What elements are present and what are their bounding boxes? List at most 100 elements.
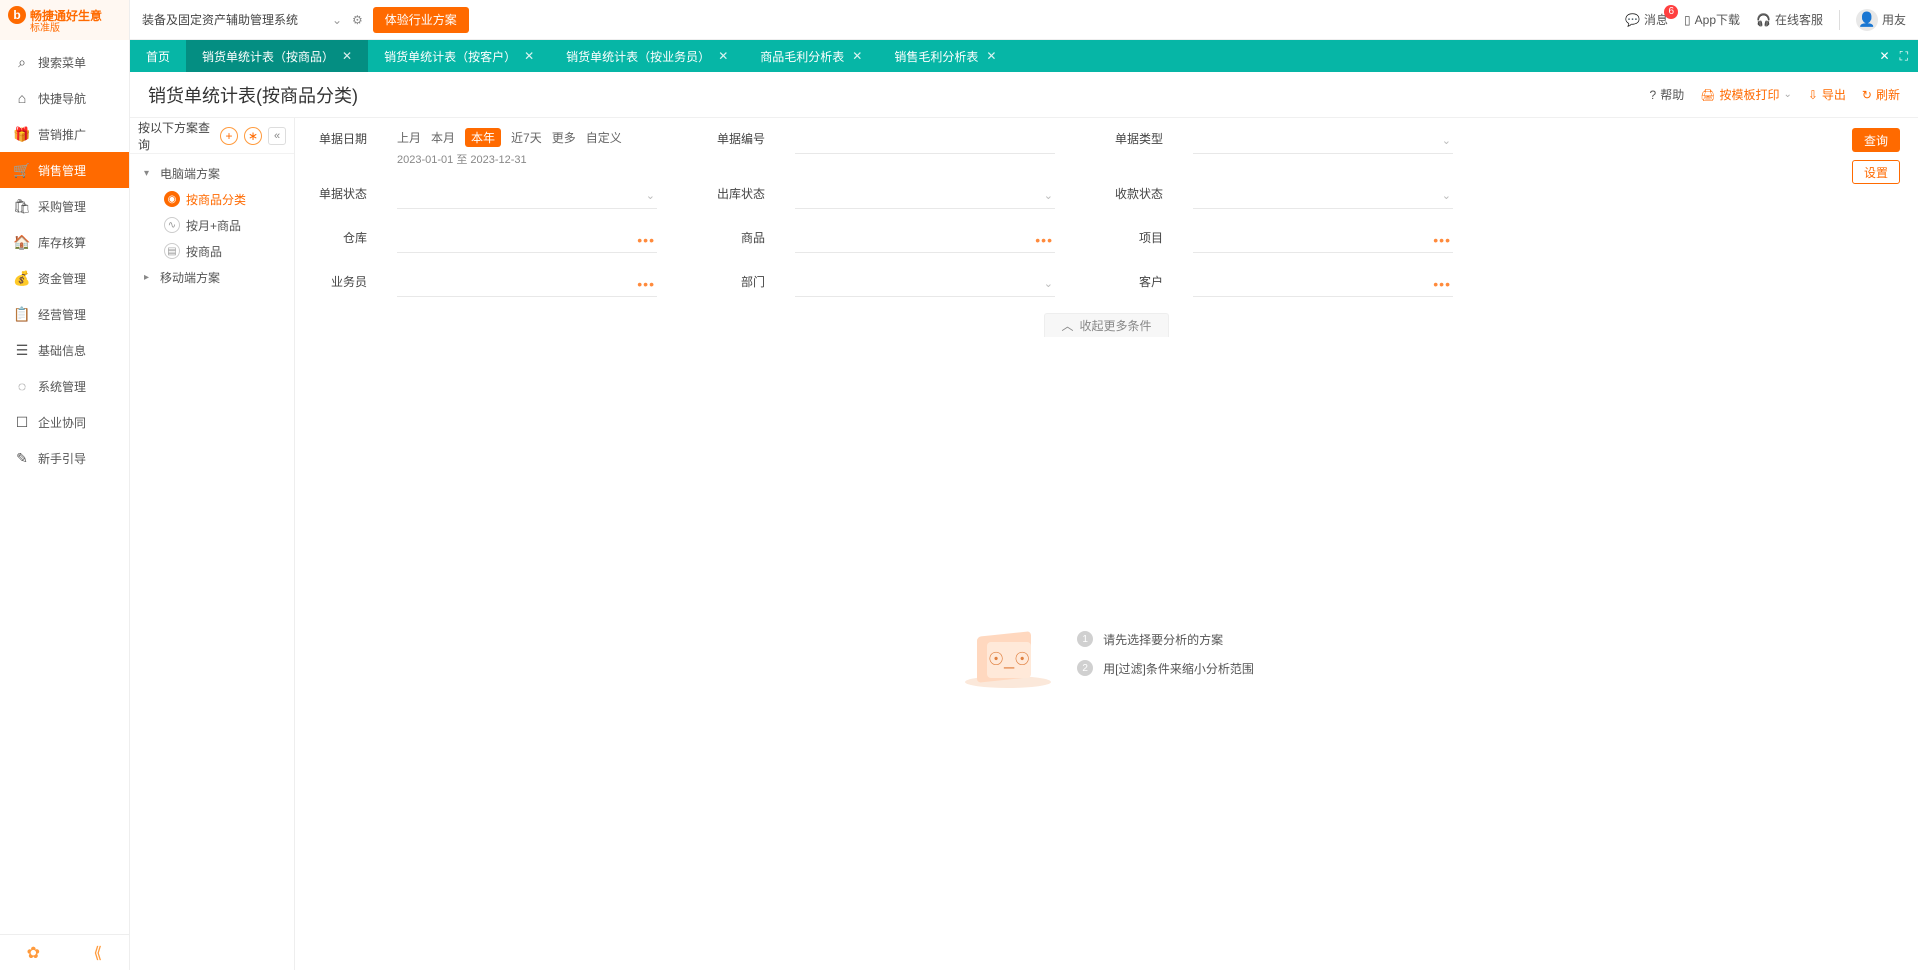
tree-child-month-product[interactable]: ∿ 按月+商品 <box>130 212 294 238</box>
close-icon[interactable]: ✕ <box>852 49 862 63</box>
label-doc-status: 单据状态 <box>313 183 367 205</box>
collapse-sidebar-icon[interactable]: ⟪ <box>93 943 102 963</box>
gear-icon[interactable]: ⚙ <box>352 13 363 27</box>
print-action[interactable]: 🖨按模板打印⌄ <box>1700 86 1792 103</box>
date-chip[interactable]: 近7天 <box>511 129 542 146</box>
page-actions: ?帮助 🖨按模板打印⌄ ⇩导出 ↻刷新 <box>1650 86 1901 103</box>
tab-label: 销货单统计表（按业务员） <box>566 48 710 65</box>
tree-child-product[interactable]: ▤ 按商品 <box>130 238 294 264</box>
menu-icon: ☐ <box>14 414 30 430</box>
settings-icon[interactable]: ✿ <box>27 943 40 963</box>
label-date: 单据日期 <box>313 128 367 150</box>
sidebar-item[interactable]: ☰基础信息 <box>0 332 129 368</box>
messages-link[interactable]: 💬 消息 6 <box>1625 11 1668 28</box>
date-chip[interactable]: 上月 <box>397 129 421 146</box>
tree-node-pc[interactable]: ▾ 电脑端方案 <box>130 160 294 186</box>
side-menu: ⌕搜索菜单⌂快捷导航🎁营销推广 🛒 销售管理 🛍采购管理🏠库存核算💰资金管理📋经营管理… <box>0 40 129 934</box>
tab[interactable]: 销售毛利分析表✕ <box>878 40 1012 72</box>
experience-button[interactable]: 体验行业方案 <box>373 7 469 33</box>
label-pay-status: 收款状态 <box>1085 183 1163 205</box>
system-selector[interactable]: 装备及固定资产辅助管理系统 ⌄ <box>142 11 342 28</box>
label-project: 项目 <box>1085 227 1163 249</box>
collapse-filters-button[interactable]: ︿ 收起更多条件 <box>1044 313 1168 337</box>
pay-status-select[interactable]: ⌄ <box>1193 183 1453 209</box>
date-chip[interactable]: 本年 <box>465 128 501 147</box>
tab[interactable]: 销货单统计表（按客户）✕ <box>368 40 550 72</box>
app-download-link[interactable]: ▯ App下载 <box>1684 11 1740 28</box>
search-button[interactable]: 查询 <box>1852 128 1900 152</box>
chevron-down-icon: ⌄ <box>1442 134 1451 147</box>
more-icon: ••• <box>637 232 655 248</box>
date-chip[interactable]: 本月 <box>431 129 455 146</box>
user-menu[interactable]: 👤 用友 <box>1856 9 1906 31</box>
menu-icon: ◌ <box>14 378 30 394</box>
customer-service-link[interactable]: 🎧 在线客服 <box>1756 11 1823 28</box>
chevron-up-icon: ︿ <box>1061 317 1073 334</box>
sidebar-item[interactable]: 💰资金管理 <box>0 260 129 296</box>
close-icon[interactable]: ✕ <box>986 49 996 63</box>
close-icon[interactable]: ✕ <box>718 49 728 63</box>
chevron-down-icon: ⌄ <box>1044 189 1053 202</box>
date-chip[interactable]: 自定义 <box>586 129 622 146</box>
settings-button[interactable]: 设置 <box>1852 160 1900 184</box>
doc-status-select[interactable]: ⌄ <box>397 183 657 209</box>
empty-step-1: 1 请先选择要分析的方案 <box>1077 631 1254 648</box>
tree-child-product-category[interactable]: ◉ 按商品分类 <box>130 186 294 212</box>
date-chip[interactable]: 更多 <box>552 129 576 146</box>
help-action[interactable]: ?帮助 <box>1650 86 1685 103</box>
chevron-down-icon: ⌄ <box>1044 277 1053 290</box>
scheme-tree: ▾ 电脑端方案 ◉ 按商品分类 ∿ 按月+商品 ▤ 按商品 <box>130 154 294 296</box>
add-scheme-button[interactable]: + <box>220 127 238 145</box>
sidebar-item[interactable]: 🎁营销推广 <box>0 116 129 152</box>
help-icon: ? <box>1650 88 1657 102</box>
sidebar-item[interactable]: ✎新手引导 <box>0 440 129 476</box>
topbar-right: 💬 消息 6 ▯ App下载 🎧 在线客服 👤 用友 <box>1625 9 1906 31</box>
salesman-select[interactable]: ••• <box>397 271 657 297</box>
list-icon: ▤ <box>164 243 180 259</box>
doc-type-select[interactable]: ⌄ <box>1193 128 1453 154</box>
label-customer: 客户 <box>1085 271 1163 293</box>
sidebar-item[interactable]: 🛒 销售管理 <box>0 152 129 188</box>
dept-select[interactable]: ⌄ <box>795 271 1055 297</box>
label-warehouse: 仓库 <box>313 227 367 249</box>
warehouse-select[interactable]: ••• <box>397 227 657 253</box>
customer-select[interactable]: ••• <box>1193 271 1453 297</box>
refresh-icon: ↻ <box>1862 88 1872 102</box>
out-status-select[interactable]: ⌄ <box>795 183 1055 209</box>
doc-no-input[interactable] <box>795 128 1055 154</box>
fullscreen-icon[interactable]: ⛶ <box>1900 49 1908 64</box>
close-icon[interactable]: ✕ <box>342 49 352 63</box>
phone-icon: ▯ <box>1684 13 1691 27</box>
tab[interactable]: 销货单统计表（按业务员） ✕ <box>550 40 744 72</box>
sidebar-item[interactable]: ⌂快捷导航 <box>0 80 129 116</box>
tab[interactable]: 商品毛利分析表 ✕ <box>744 40 878 72</box>
tab[interactable]: 销货单统计表（按商品）✕ <box>186 40 368 72</box>
menu-label: 销售管理 <box>38 162 86 179</box>
menu-icon: 🏠 <box>14 234 30 250</box>
close-icon[interactable]: ✕ <box>524 49 534 63</box>
step-number: 2 <box>1077 660 1093 676</box>
scheme-settings-button[interactable]: ∗ <box>244 127 262 145</box>
export-action[interactable]: ⇩导出 <box>1808 86 1846 103</box>
tree-node-mobile[interactable]: ▸ 移动端方案 <box>130 264 294 290</box>
sidebar-item[interactable]: ◌系统管理 <box>0 368 129 404</box>
pie-icon: ◉ <box>164 191 180 207</box>
sidebar-item[interactable]: 🛍采购管理 <box>0 188 129 224</box>
close-tabs-icon[interactable]: ✕ <box>1880 49 1890 63</box>
topbar: 装备及固定资产辅助管理系统 ⌄ ⚙ 体验行业方案 💬 消息 6 ▯ App下载 … <box>130 0 1918 40</box>
project-select[interactable]: ••• <box>1193 227 1453 253</box>
chevron-down-icon: ⌄ <box>1442 189 1451 202</box>
menu-icon: 🛒 <box>14 162 30 178</box>
page-title: 销货单统计表(按商品分类) <box>148 82 358 108</box>
tab-label: 商品毛利分析表 <box>760 48 844 65</box>
collapse-panel-button[interactable]: « <box>268 127 286 145</box>
refresh-action[interactable]: ↻刷新 <box>1862 86 1900 103</box>
sidebar-item[interactable]: ⌕搜索菜单 <box>0 44 129 80</box>
tab[interactable]: 首页 <box>130 40 186 72</box>
product-select[interactable]: ••• <box>795 227 1055 253</box>
step-number: 1 <box>1077 631 1093 647</box>
sidebar-item[interactable]: 🏠库存核算 <box>0 224 129 260</box>
sidebar-item[interactable]: 📋经营管理 <box>0 296 129 332</box>
sidebar-item[interactable]: ☐企业协同 <box>0 404 129 440</box>
chevron-down-icon: ⌄ <box>332 13 342 27</box>
